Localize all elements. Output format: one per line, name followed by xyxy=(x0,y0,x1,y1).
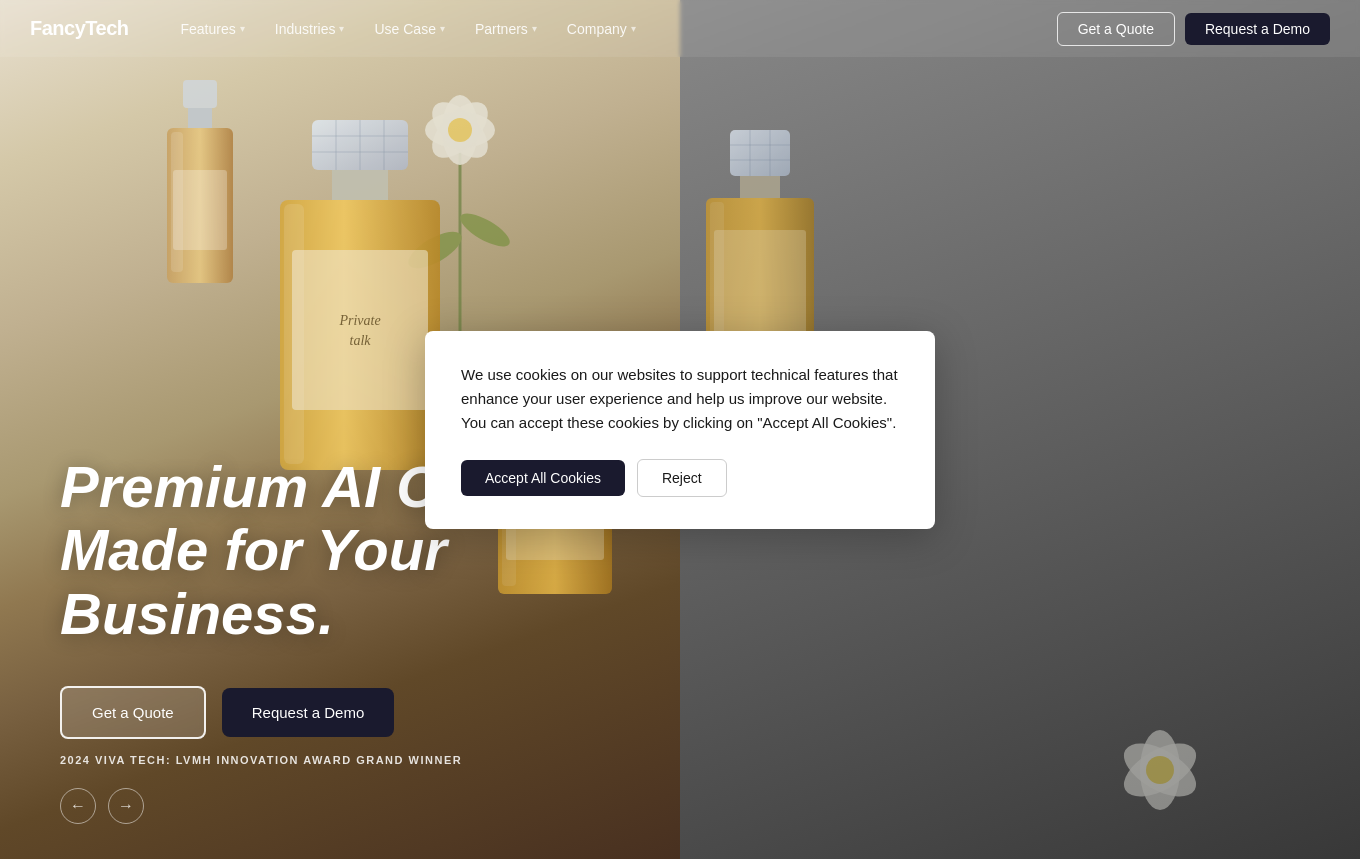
accept-cookies-button[interactable]: Accept All Cookies xyxy=(461,460,625,496)
cookie-banner: We use cookies on our websites to suppor… xyxy=(425,331,935,529)
cookie-message: We use cookies on our websites to suppor… xyxy=(461,363,899,435)
cookie-buttons: Accept All Cookies Reject xyxy=(461,459,899,497)
reject-cookies-button[interactable]: Reject xyxy=(637,459,727,497)
